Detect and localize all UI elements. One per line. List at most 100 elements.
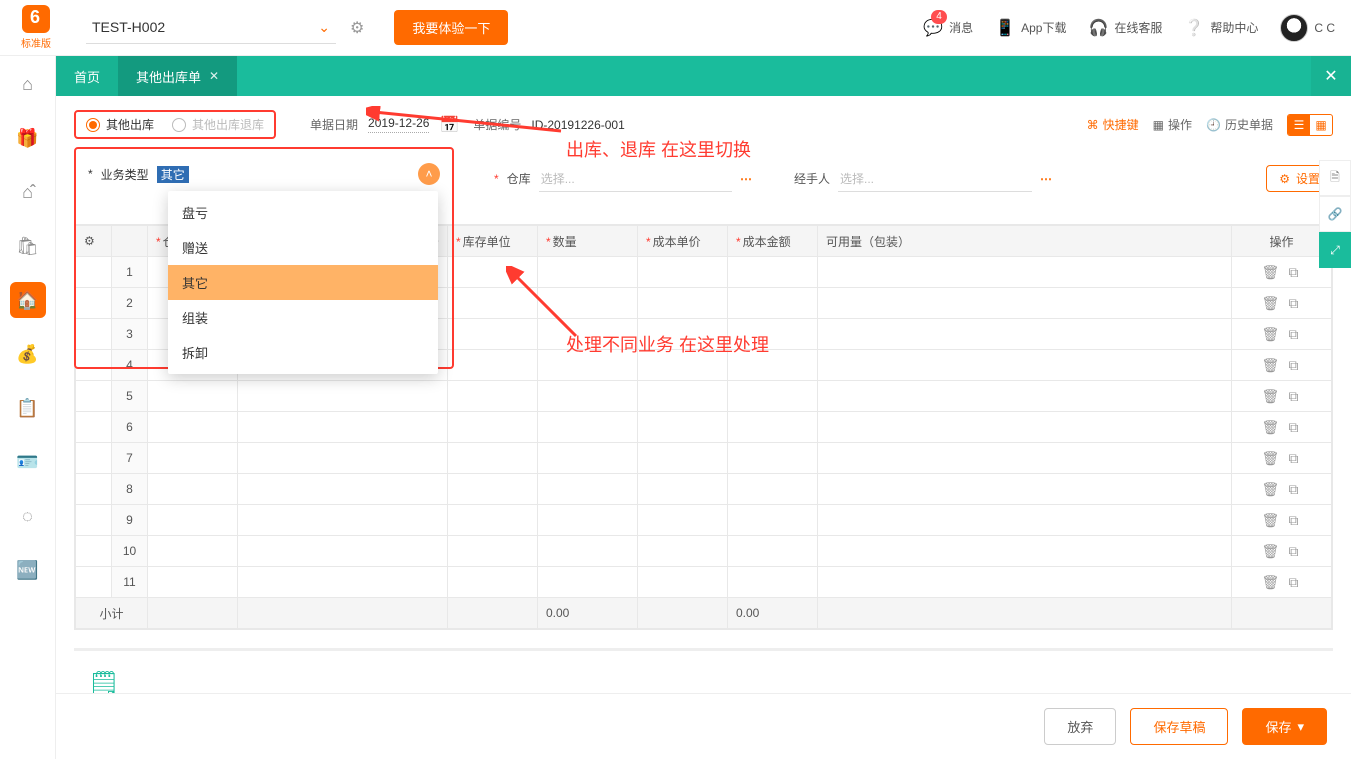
row-index: 7 bbox=[112, 443, 148, 474]
subtotal-amount: 0.00 bbox=[728, 598, 818, 629]
sidebar-house-icon[interactable]: ⌂̂ bbox=[10, 174, 46, 210]
delete-row-icon[interactable]: 🗑 bbox=[1262, 357, 1278, 373]
save-draft-button[interactable]: 保存草稿 bbox=[1130, 708, 1228, 745]
delete-row-icon[interactable]: 🗑 bbox=[1262, 512, 1278, 528]
sidebar-money-icon[interactable]: 💰 bbox=[10, 336, 46, 372]
col-cost-amount: *成本金额 bbox=[728, 226, 818, 257]
dropdown-option-selected[interactable]: 其它 bbox=[168, 265, 438, 300]
sidebar-bag-icon[interactable]: 🛍 bbox=[10, 228, 46, 264]
table-row[interactable]: 9 🗑 ⧉ bbox=[76, 505, 1332, 536]
top-header: 标准版 TEST-H002 ⌄ ⚙ 我要体验一下 💬 消息 4 📱 App下载 … bbox=[0, 0, 1351, 56]
tab-home[interactable]: 首页 bbox=[56, 56, 118, 96]
row-index: 9 bbox=[112, 505, 148, 536]
history-button[interactable]: 🕘历史单据 bbox=[1206, 116, 1273, 133]
copy-row-icon[interactable]: ⧉ bbox=[1286, 512, 1302, 528]
dropdown-option[interactable]: 盘亏 bbox=[168, 195, 438, 230]
rail-note-icon[interactable]: 🗎 bbox=[1319, 160, 1351, 196]
copy-row-icon[interactable]: ⧉ bbox=[1286, 326, 1302, 342]
delete-row-icon[interactable]: 🗑 bbox=[1262, 388, 1278, 404]
settings-label: 设置 bbox=[1296, 170, 1320, 187]
tenant-selector[interactable]: TEST-H002 ⌄ bbox=[86, 12, 336, 44]
operate-button[interactable]: ▦ 操作 bbox=[1153, 116, 1192, 133]
warehouse-field[interactable]: * 仓库 选择... ⋯ bbox=[494, 166, 754, 192]
sidebar-new-icon[interactable]: 🆕 bbox=[10, 552, 46, 588]
row-index: 11 bbox=[112, 567, 148, 598]
experience-button[interactable]: 我要体验一下 bbox=[394, 10, 508, 45]
radio-other-outbound[interactable]: 其他出库 bbox=[86, 116, 154, 133]
annotation-text-2: 处理不同业务 在这里处理 bbox=[566, 331, 769, 357]
copy-row-icon[interactable]: ⧉ bbox=[1286, 419, 1302, 435]
operate-label: 操作 bbox=[1168, 116, 1192, 133]
delete-row-icon[interactable]: 🗑 bbox=[1262, 264, 1278, 280]
chevron-down-icon: ⌄ bbox=[318, 19, 330, 36]
tab-other-outbound[interactable]: 其他出库单 ✕ bbox=[118, 56, 237, 96]
rail-link-icon[interactable]: 🔗 bbox=[1319, 196, 1351, 232]
delete-row-icon[interactable]: 🗑 bbox=[1262, 574, 1278, 590]
sidebar-home-icon[interactable]: ⌂ bbox=[10, 66, 46, 102]
radio-other-outbound-return[interactable]: 其他出库退库 bbox=[172, 116, 264, 133]
view-grid-icon[interactable]: ▦ bbox=[1310, 115, 1332, 135]
sidebar-warehouse-icon[interactable]: 🏠 bbox=[10, 282, 46, 318]
copy-row-icon[interactable]: ⧉ bbox=[1286, 543, 1302, 559]
sidebar-contact-icon[interactable]: 🪪 bbox=[10, 444, 46, 480]
delete-row-icon[interactable]: 🗑 bbox=[1262, 450, 1278, 466]
col-cost-price: *成本单价 bbox=[638, 226, 728, 257]
delete-row-icon[interactable]: 🗑 bbox=[1262, 481, 1278, 497]
tab-close-icon[interactable]: ✕ bbox=[209, 69, 219, 83]
dropdown-option[interactable]: 赠送 bbox=[168, 230, 438, 265]
dropdown-option[interactable]: 拆卸 bbox=[168, 335, 438, 370]
chevron-up-icon[interactable]: ˄ bbox=[418, 163, 440, 185]
messages-button[interactable]: 💬 消息 4 bbox=[923, 18, 973, 38]
business-type-field[interactable]: * 业务类型 其它 ˄ bbox=[88, 163, 440, 185]
tab-strip: 首页 其他出库单 ✕ ✕ bbox=[56, 56, 1351, 96]
copy-row-icon[interactable]: ⧉ bbox=[1286, 574, 1302, 590]
copy-row-icon[interactable]: ⧉ bbox=[1286, 264, 1302, 280]
handler-input[interactable]: 选择... bbox=[838, 166, 1032, 192]
tenant-settings-gear-icon[interactable]: ⚙ bbox=[350, 18, 364, 38]
tab-current-label: 其他出库单 bbox=[136, 67, 201, 86]
online-service-button[interactable]: 🎧 在线客服 bbox=[1088, 18, 1162, 38]
table-row[interactable]: 6🗑⧉ bbox=[76, 412, 1332, 443]
help-center-button[interactable]: ❔ 帮助中心 bbox=[1184, 18, 1258, 38]
copy-row-icon[interactable]: ⧉ bbox=[1286, 481, 1302, 497]
table-row[interactable]: 11 🗑 ⧉ bbox=[76, 567, 1332, 598]
required-asterisk: * bbox=[494, 172, 499, 186]
table-row[interactable]: 7 🗑 ⧉ bbox=[76, 443, 1332, 474]
user-menu[interactable]: C C bbox=[1280, 14, 1335, 42]
right-rail: 🗎 🔗 ⤢ bbox=[1319, 160, 1351, 268]
hotkey-label: 快捷键 bbox=[1103, 116, 1139, 133]
delete-row-icon[interactable]: 🗑 bbox=[1262, 295, 1278, 311]
delete-row-icon[interactable]: 🗑 bbox=[1262, 419, 1278, 435]
table-row[interactable]: 10🗑⧉ bbox=[76, 536, 1332, 567]
view-list-icon[interactable]: ☰ bbox=[1288, 115, 1310, 135]
warehouse-input[interactable]: 选择... bbox=[539, 166, 732, 192]
handler-field[interactable]: 经手人 选择... ⋯ bbox=[794, 166, 1054, 192]
remark-input[interactable] bbox=[148, 689, 1323, 694]
delete-row-icon[interactable]: 🗑 bbox=[1262, 543, 1278, 559]
discard-button[interactable]: 放弃 bbox=[1044, 708, 1116, 745]
copy-row-icon[interactable]: ⧉ bbox=[1286, 388, 1302, 404]
delete-row-icon[interactable]: 🗑 bbox=[1262, 326, 1278, 342]
grid-icon: ▦ bbox=[1153, 118, 1164, 132]
rail-expand-icon[interactable]: ⤢ bbox=[1319, 232, 1351, 268]
save-button[interactable]: 保存▾ bbox=[1242, 708, 1327, 745]
dropdown-option[interactable]: 组装 bbox=[168, 300, 438, 335]
col-available-pack: 可用量（包装） bbox=[818, 226, 1232, 257]
table-row[interactable]: 5 🗑 ⧉ bbox=[76, 381, 1332, 412]
subtotal-qty: 0.00 bbox=[538, 598, 638, 629]
hotkey-button[interactable]: ⌘快捷键 bbox=[1087, 116, 1139, 133]
copy-row-icon[interactable]: ⧉ bbox=[1286, 295, 1302, 311]
sidebar-clipboard-icon[interactable]: 📋 bbox=[10, 390, 46, 426]
copy-row-icon[interactable]: ⧉ bbox=[1286, 357, 1302, 373]
sidebar-gift-icon[interactable]: 🎁 bbox=[10, 120, 46, 156]
table-row[interactable]: 8🗑⧉ bbox=[76, 474, 1332, 505]
more-icon[interactable]: ⋯ bbox=[1040, 172, 1054, 186]
more-icon[interactable]: ⋯ bbox=[740, 172, 754, 186]
row-index: 5 bbox=[112, 381, 148, 412]
gear-icon: ⚙ bbox=[1279, 172, 1290, 186]
tabs-close-all-icon[interactable]: ✕ bbox=[1311, 56, 1351, 96]
annotation-text-1: 出库、退库 在这里切换 bbox=[566, 136, 751, 162]
copy-row-icon[interactable]: ⧉ bbox=[1286, 450, 1302, 466]
app-download-button[interactable]: 📱 App下载 bbox=[995, 18, 1066, 38]
sidebar-loading-icon[interactable]: ◌ bbox=[10, 498, 46, 534]
